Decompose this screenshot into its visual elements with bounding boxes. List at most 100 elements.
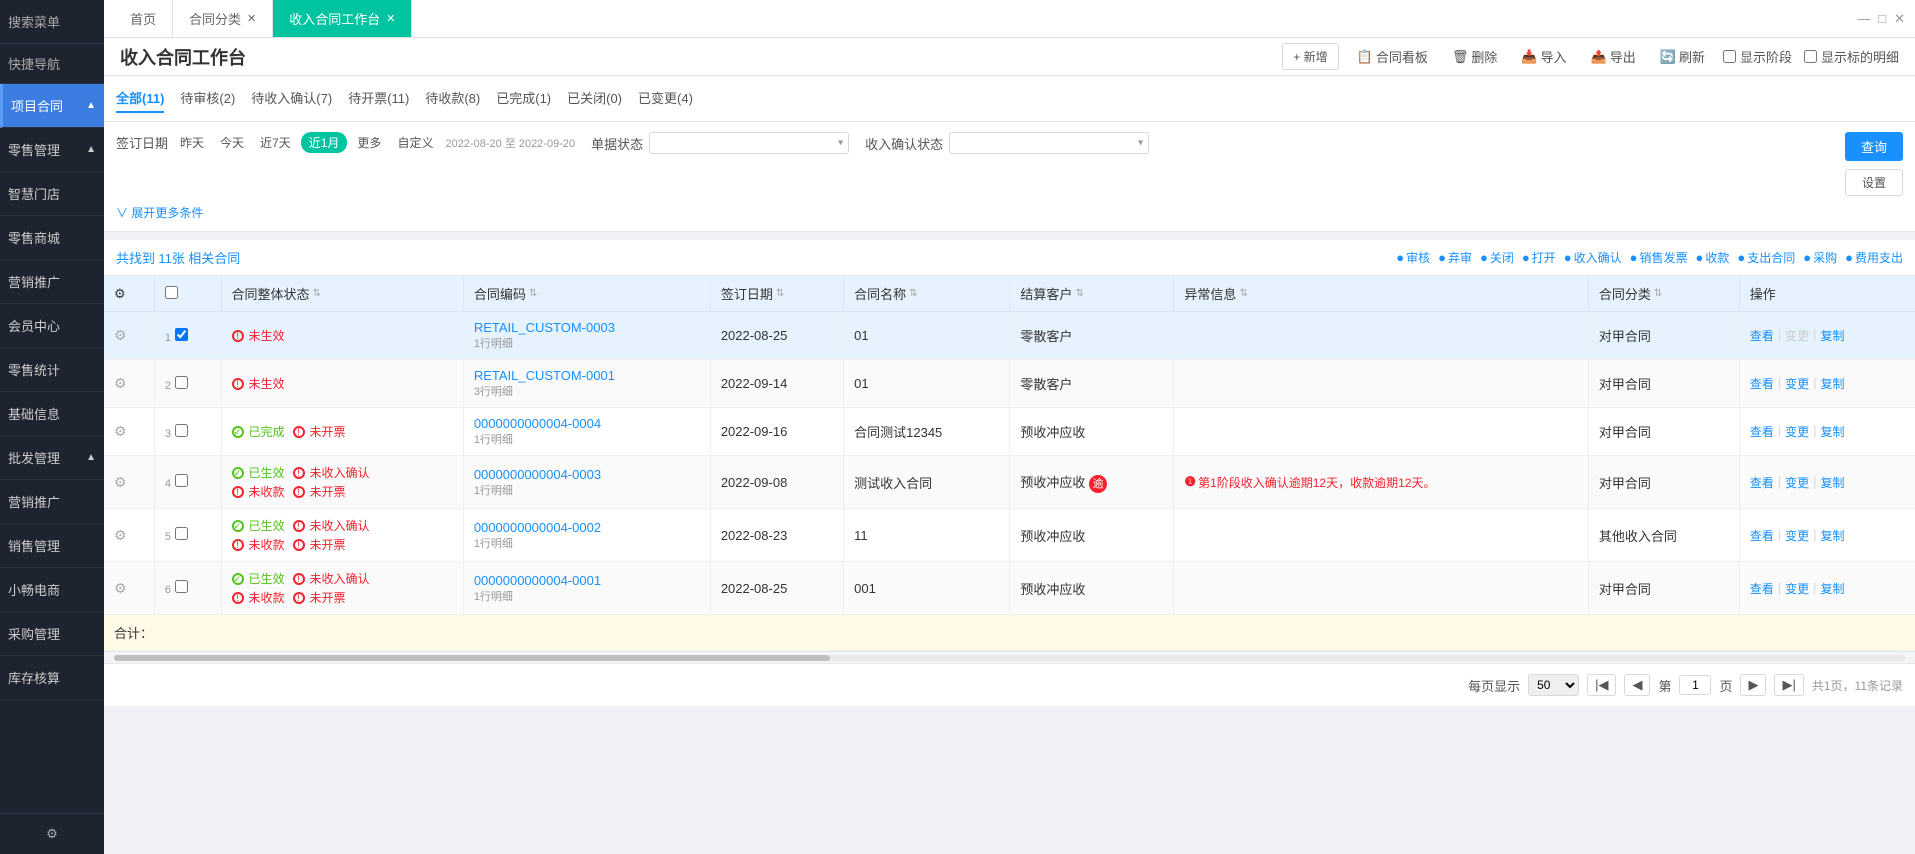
row-checkbox[interactable]: [175, 328, 188, 341]
row-code-link[interactable]: 0000000000004-0002: [474, 520, 601, 535]
action-btn-费用支出[interactable]: ● 费用支出: [1845, 249, 1903, 266]
row-checkbox[interactable]: [175, 580, 188, 593]
sidebar-item-xiaochu[interactable]: 小畅电商: [0, 568, 104, 612]
row-code-link[interactable]: 0000000000004-0003: [474, 467, 601, 482]
minimize-button[interactable]: —: [1857, 11, 1870, 27]
op-btn-变更[interactable]: 变更: [1785, 527, 1809, 544]
sidebar-item-member-center[interactable]: 会员中心: [0, 304, 104, 348]
action-btn-支出合同[interactable]: ● 支出合同: [1737, 249, 1795, 266]
op-btn-复制[interactable]: 复制: [1821, 474, 1845, 491]
row-setting-icon[interactable]: ⚙: [114, 474, 127, 490]
import-button[interactable]: 📥 导入: [1515, 44, 1572, 69]
tab-close-icon[interactable]: ✕: [386, 12, 395, 25]
action-btn-收款[interactable]: ● 收款: [1696, 249, 1730, 266]
next-page-button[interactable]: ▶: [1740, 674, 1766, 696]
row-code-link[interactable]: RETAIL_CUSTOM-0003: [474, 320, 615, 335]
table-row[interactable]: ⚙1 !未生效RETAIL_CUSTOM-00031行明细2022-08-250…: [104, 312, 1915, 360]
dashboard-button[interactable]: 📋 合同看板: [1351, 44, 1434, 69]
col-sort-category[interactable]: 合同分类: [1599, 284, 1729, 303]
sidebar-item-wholesale-mgmt[interactable]: 批发管理▲: [0, 436, 104, 480]
op-btn-变更[interactable]: 变更: [1785, 327, 1809, 344]
show-stages-checkbox[interactable]: [1723, 50, 1736, 63]
col-header-status[interactable]: 合同整体状态: [221, 276, 463, 312]
col-header-category[interactable]: 合同分类: [1588, 276, 1739, 312]
col-sort-customer[interactable]: 结算客户: [1020, 284, 1163, 303]
op-btn-复制[interactable]: 复制: [1821, 580, 1845, 597]
filter-tab-changed[interactable]: 已变更(4): [638, 84, 693, 113]
select-all-checkbox[interactable]: [165, 286, 178, 299]
sidebar-quick-nav[interactable]: 快捷导航: [0, 44, 104, 84]
row-checkbox[interactable]: [175, 527, 188, 540]
op-btn-查看[interactable]: 查看: [1750, 375, 1774, 392]
last7days-btn[interactable]: 近7天: [254, 132, 297, 153]
tab-contract-category[interactable]: 合同分类✕: [173, 0, 273, 37]
sidebar-item-inventory[interactable]: 库存核算: [0, 656, 104, 700]
prev-page-button[interactable]: ◀: [1624, 674, 1650, 696]
expand-filter-btn[interactable]: ∨ 展开更多条件: [116, 204, 1903, 221]
doc-status-select[interactable]: [649, 132, 849, 154]
col-header-customer[interactable]: 结算客户: [1010, 276, 1174, 312]
op-btn-变更[interactable]: 变更: [1785, 474, 1809, 491]
filter-tab-pending-invoice[interactable]: 待开票(11): [348, 84, 409, 113]
today-btn[interactable]: 今天: [214, 132, 250, 153]
action-btn-打开[interactable]: ● 打开: [1522, 249, 1556, 266]
action-btn-销售发票[interactable]: ● 销售发票: [1630, 249, 1688, 266]
sidebar-item-marketing2[interactable]: 营销推广: [0, 480, 104, 524]
per-page-select[interactable]: 102050100: [1528, 674, 1579, 696]
sidebar-search[interactable]: 搜索菜单: [0, 0, 104, 44]
refresh-button[interactable]: 🔄 刷新: [1654, 44, 1711, 69]
filter-tab-all[interactable]: 全部(11): [116, 84, 164, 113]
last1month-btn[interactable]: 近1月: [301, 132, 348, 153]
row-code-link[interactable]: 0000000000004-0004: [474, 416, 601, 431]
col-header-name[interactable]: 合同名称: [844, 276, 1010, 312]
col-sort-abnormal[interactable]: 异常信息: [1184, 284, 1577, 303]
col-sort-status[interactable]: 合同整体状态: [232, 284, 453, 303]
op-btn-查看[interactable]: 查看: [1750, 527, 1774, 544]
first-page-button[interactable]: |◀: [1587, 674, 1616, 696]
more-date-btn[interactable]: 更多: [351, 132, 387, 153]
table-row[interactable]: ⚙2 !未生效RETAIL_CUSTOM-00013行明细2022-09-140…: [104, 360, 1915, 408]
filter-tab-pending-income-confirm[interactable]: 待收入确认(7): [251, 84, 332, 113]
op-btn-复制[interactable]: 复制: [1821, 327, 1845, 344]
scrollbar-track[interactable]: [114, 655, 1905, 661]
sidebar-item-project-contract[interactable]: 项目合同▲: [0, 84, 104, 128]
op-btn-查看[interactable]: 查看: [1750, 474, 1774, 491]
sidebar-item-smart-store[interactable]: 智慧门店: [0, 172, 104, 216]
col-sort-code[interactable]: 合同编码: [474, 284, 700, 303]
op-btn-变更[interactable]: 变更: [1785, 580, 1809, 597]
sidebar-item-retail-mgmt[interactable]: 零售管理▲: [0, 128, 104, 172]
tab-income-contract[interactable]: 收入合同工作台✕: [273, 0, 412, 37]
row-setting-icon[interactable]: ⚙: [114, 527, 127, 543]
row-checkbox[interactable]: [175, 474, 188, 487]
show-details-checkbox[interactable]: [1804, 50, 1817, 63]
col-sort-sign_date[interactable]: 签订日期: [721, 284, 833, 303]
filter-tab-completed[interactable]: 已完成(1): [496, 84, 551, 113]
sidebar-item-basic-info[interactable]: 基础信息: [0, 392, 104, 436]
action-btn-采购[interactable]: ● 采购: [1803, 249, 1837, 266]
row-setting-icon[interactable]: ⚙: [114, 327, 127, 343]
row-code-link[interactable]: 0000000000004-0001: [474, 573, 601, 588]
row-checkbox[interactable]: [175, 424, 188, 437]
tab-close-icon[interactable]: ✕: [247, 12, 256, 25]
col-header-code[interactable]: 合同编码: [463, 276, 710, 312]
op-btn-变更[interactable]: 变更: [1785, 375, 1809, 392]
income-confirm-select[interactable]: [949, 132, 1149, 154]
custom-date-btn[interactable]: 自定义: [391, 132, 439, 153]
sidebar-item-purchase-mgmt[interactable]: 采购管理: [0, 612, 104, 656]
delete-button[interactable]: 🗑 删除: [1446, 44, 1504, 69]
op-btn-查看[interactable]: 查看: [1750, 580, 1774, 597]
col-header-sign_date[interactable]: 签订日期: [710, 276, 843, 312]
page-input[interactable]: [1679, 675, 1711, 695]
sidebar-item-marketing[interactable]: 营销推广: [0, 260, 104, 304]
filter-tab-pending-review[interactable]: 待审核(2): [180, 84, 235, 113]
row-setting-icon[interactable]: ⚙: [114, 423, 127, 439]
op-btn-查看[interactable]: 查看: [1750, 327, 1774, 344]
op-btn-变更[interactable]: 变更: [1785, 423, 1809, 440]
col-header-abnormal[interactable]: 异常信息: [1174, 276, 1588, 312]
add-button[interactable]: + 新增: [1282, 43, 1338, 70]
action-btn-弃审[interactable]: ● 弃审: [1438, 249, 1472, 266]
op-btn-复制[interactable]: 复制: [1821, 423, 1845, 440]
export-button[interactable]: 📤 导出: [1585, 44, 1642, 69]
filter-tab-closed[interactable]: 已关闭(0): [567, 84, 622, 113]
yesterday-btn[interactable]: 昨天: [174, 132, 210, 153]
